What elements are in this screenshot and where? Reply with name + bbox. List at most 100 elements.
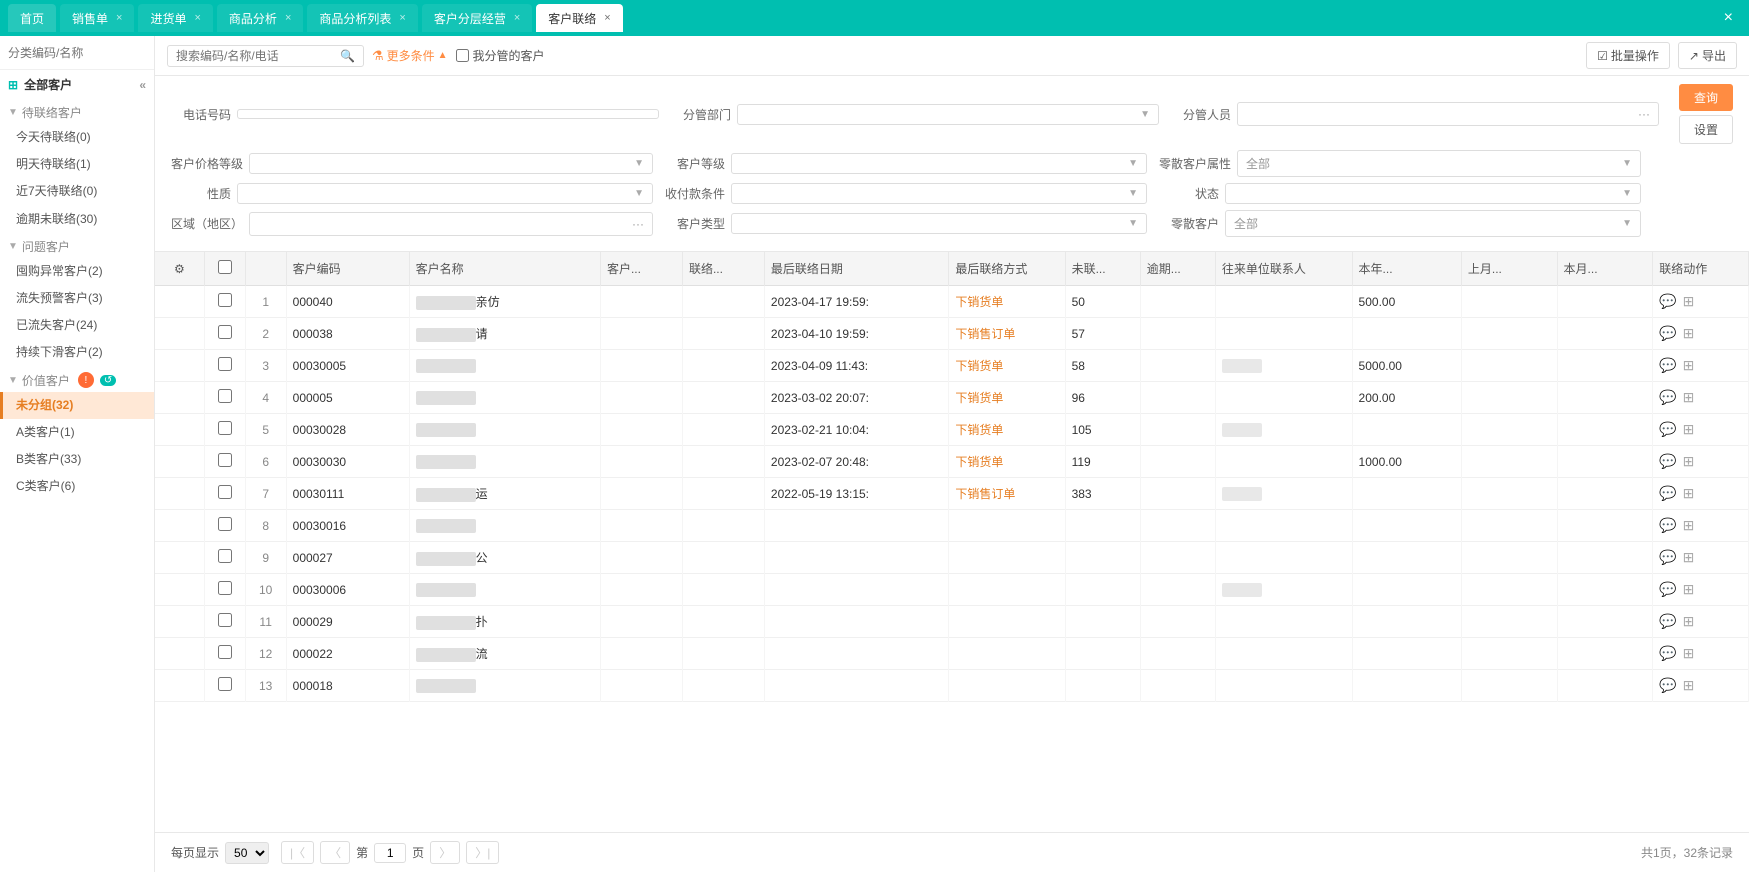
select-customer-level[interactable]: ▼ bbox=[731, 153, 1147, 174]
message-icon-9[interactable]: 💬 bbox=[1659, 581, 1676, 598]
input-phone[interactable] bbox=[237, 109, 659, 119]
method-link-5[interactable]: 下销货单 bbox=[955, 455, 1003, 469]
select-price-level[interactable]: ▼ bbox=[249, 153, 653, 174]
td-method-4[interactable]: 下销货单 bbox=[949, 414, 1065, 446]
method-link-3[interactable]: 下销货单 bbox=[955, 391, 1003, 405]
my-customers-check[interactable]: 我分管的客户 bbox=[456, 47, 545, 64]
sidebar-item-class-c[interactable]: C类客户(6) bbox=[0, 473, 154, 500]
td-check-9[interactable] bbox=[204, 574, 245, 606]
reset-btn[interactable]: 设置 bbox=[1679, 115, 1733, 144]
td-check-3[interactable] bbox=[204, 382, 245, 414]
row-checkbox-10[interactable] bbox=[218, 613, 232, 627]
select-dept[interactable]: ▼ bbox=[737, 104, 1159, 125]
method-link-6[interactable]: 下销售订单 bbox=[955, 487, 1015, 501]
export-btn[interactable]: ↗ 导出 bbox=[1678, 42, 1737, 69]
row-checkbox-6[interactable] bbox=[218, 485, 232, 499]
td-method-0[interactable]: 下销货单 bbox=[949, 286, 1065, 318]
method-link-4[interactable]: 下销货单 bbox=[955, 423, 1003, 437]
first-page-btn[interactable]: |〈 bbox=[281, 841, 314, 864]
refresh-icon[interactable]: ↺ bbox=[100, 375, 116, 386]
next-page-btn[interactable]: 〉 bbox=[430, 841, 460, 864]
sidebar-item-today[interactable]: 今天待联络(0) bbox=[0, 124, 154, 151]
search-icon[interactable]: 🔍 bbox=[340, 49, 355, 63]
tab-customer-tier-close[interactable]: × bbox=[514, 12, 520, 24]
select-status[interactable]: ▼ bbox=[1225, 183, 1641, 204]
grid-action-icon-12[interactable]: ⊞ bbox=[1683, 677, 1695, 694]
grid-action-icon-7[interactable]: ⊞ bbox=[1683, 517, 1695, 534]
grid-action-icon-8[interactable]: ⊞ bbox=[1683, 549, 1695, 566]
per-page-select[interactable]: 50 bbox=[225, 842, 269, 864]
grid-action-icon-6[interactable]: ⊞ bbox=[1683, 485, 1695, 502]
grid-action-icon-1[interactable]: ⊞ bbox=[1683, 325, 1695, 342]
tab-product-analysis[interactable]: 商品分析 × bbox=[217, 4, 303, 32]
tab-sales-close[interactable]: × bbox=[116, 12, 122, 24]
search-input[interactable] bbox=[176, 49, 336, 63]
sidebar-search-input[interactable] bbox=[8, 46, 155, 60]
row-checkbox-8[interactable] bbox=[218, 549, 232, 563]
message-icon-11[interactable]: 💬 bbox=[1659, 645, 1676, 662]
select-customer-type[interactable]: ▼ bbox=[731, 213, 1147, 234]
sidebar-item-ungrouped[interactable]: 未分组(32) bbox=[0, 392, 154, 419]
td-check-1[interactable] bbox=[204, 318, 245, 350]
tab-product-list[interactable]: 商品分析列表 × bbox=[307, 4, 417, 32]
td-check-6[interactable] bbox=[204, 478, 245, 510]
row-checkbox-3[interactable] bbox=[218, 389, 232, 403]
message-icon-10[interactable]: 💬 bbox=[1659, 613, 1676, 630]
sidebar-item-tomorrow[interactable]: 明天待联络(1) bbox=[0, 151, 154, 178]
my-customers-checkbox[interactable] bbox=[456, 49, 469, 62]
row-checkbox-2[interactable] bbox=[218, 357, 232, 371]
grid-action-icon-11[interactable]: ⊞ bbox=[1683, 645, 1695, 662]
tab-home[interactable]: 首页 bbox=[8, 4, 56, 32]
group-value-customers[interactable]: ▼ 价值客户 ! ↺ bbox=[0, 367, 154, 392]
td-check-11[interactable] bbox=[204, 638, 245, 670]
select-all-checkbox[interactable] bbox=[218, 260, 232, 274]
message-icon-12[interactable]: 💬 bbox=[1659, 677, 1676, 694]
row-checkbox-7[interactable] bbox=[218, 517, 232, 531]
td-check-0[interactable] bbox=[204, 286, 245, 318]
tab-customer-contact[interactable]: 客户联络 × bbox=[536, 4, 622, 32]
grid-action-icon-10[interactable]: ⊞ bbox=[1683, 613, 1695, 630]
more-conditions-btn[interactable]: ⚗ 更多条件 ▲ bbox=[372, 47, 448, 64]
tab-sales[interactable]: 销售单 × bbox=[60, 4, 134, 32]
input-region[interactable]: ··· bbox=[249, 212, 653, 236]
td-check-7[interactable] bbox=[204, 510, 245, 542]
query-btn[interactable]: 查询 bbox=[1679, 84, 1733, 111]
page-number-input[interactable] bbox=[374, 843, 406, 863]
collapse-sidebar-btn[interactable]: « bbox=[139, 78, 146, 92]
td-check-10[interactable] bbox=[204, 606, 245, 638]
sidebar-item-class-b[interactable]: B类客户(33) bbox=[0, 446, 154, 473]
td-check-2[interactable] bbox=[204, 350, 245, 382]
tab-purchase-close[interactable]: × bbox=[194, 12, 200, 24]
td-method-5[interactable]: 下销货单 bbox=[949, 446, 1065, 478]
grid-action-icon-0[interactable]: ⊞ bbox=[1683, 293, 1695, 310]
grid-action-icon-9[interactable]: ⊞ bbox=[1683, 581, 1695, 598]
sidebar-item-declining[interactable]: 持续下滑客户(2) bbox=[0, 339, 154, 366]
td-method-2[interactable]: 下销货单 bbox=[949, 350, 1065, 382]
row-checkbox-5[interactable] bbox=[218, 453, 232, 467]
message-icon-6[interactable]: 💬 bbox=[1659, 485, 1676, 502]
td-check-4[interactable] bbox=[204, 414, 245, 446]
sidebar-item-churn-risk[interactable]: 流失预警客户(3) bbox=[0, 285, 154, 312]
sidebar-item-churned[interactable]: 已流失客户(24) bbox=[0, 312, 154, 339]
td-check-8[interactable] bbox=[204, 542, 245, 574]
td-method-1[interactable]: 下销售订单 bbox=[949, 318, 1065, 350]
message-icon-1[interactable]: 💬 bbox=[1659, 325, 1676, 342]
th-check[interactable] bbox=[204, 252, 245, 286]
select-payment[interactable]: ▼ bbox=[731, 183, 1147, 204]
prev-page-btn[interactable]: 〈 bbox=[320, 841, 350, 864]
batch-op-btn[interactable]: ☑ 批量操作 bbox=[1586, 42, 1670, 69]
sidebar-item-class-a[interactable]: A类客户(1) bbox=[0, 419, 154, 446]
row-checkbox-0[interactable] bbox=[218, 293, 232, 307]
tab-purchase[interactable]: 进货单 × bbox=[138, 4, 212, 32]
method-link-1[interactable]: 下销售订单 bbox=[955, 327, 1015, 341]
message-icon-0[interactable]: 💬 bbox=[1659, 293, 1676, 310]
tab-product-analysis-close[interactable]: × bbox=[285, 12, 291, 24]
td-method-6[interactable]: 下销售订单 bbox=[949, 478, 1065, 510]
sidebar-item-7days[interactable]: 近7天待联络(0) bbox=[0, 178, 154, 205]
group-pending-contact[interactable]: ▼ 待联络客户 bbox=[0, 99, 154, 124]
row-checkbox-9[interactable] bbox=[218, 581, 232, 595]
message-icon-4[interactable]: 💬 bbox=[1659, 421, 1676, 438]
tab-customer-contact-close[interactable]: × bbox=[604, 12, 610, 24]
method-link-0[interactable]: 下销货单 bbox=[955, 295, 1003, 309]
grid-action-icon-4[interactable]: ⊞ bbox=[1683, 421, 1695, 438]
